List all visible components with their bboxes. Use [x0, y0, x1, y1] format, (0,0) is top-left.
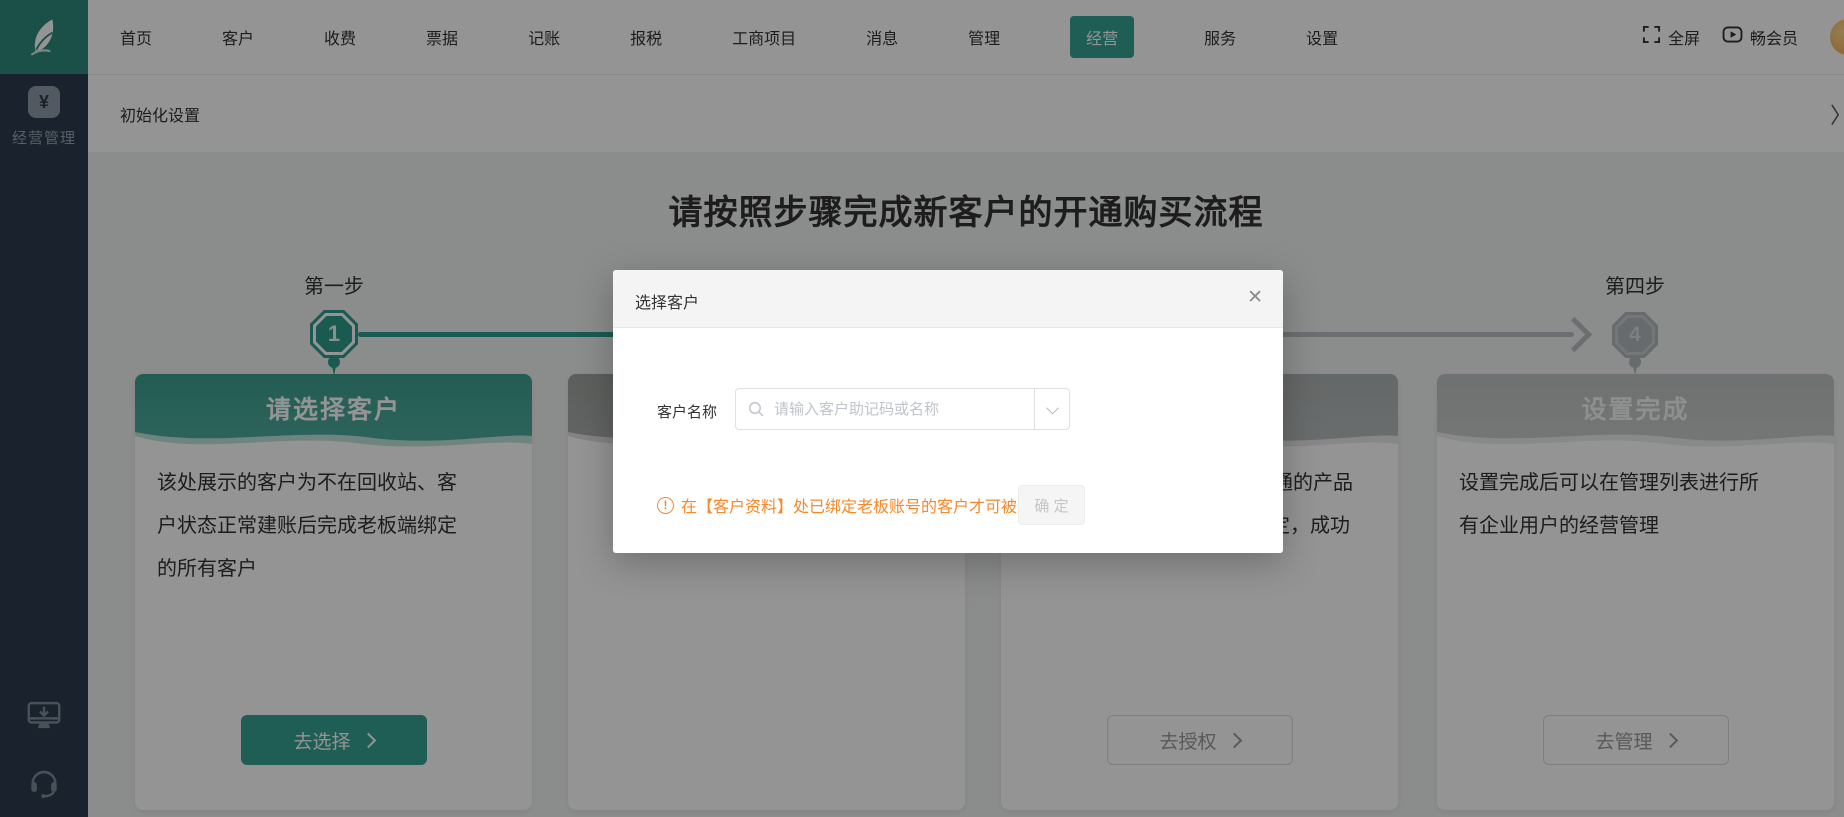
warning-row: ! 在【客户资料】处已绑定老板账号的客户才可被选择！ — [657, 485, 1065, 525]
app-window: ¥ 经营管理 首页 客户 收费 票据 记账 报税 工商项目 消息 管理 经营 服… — [0, 0, 1844, 817]
select-customer-dialog: 选择客户 ✕ 客户名称 ! 在【客户资料】处已绑定老板账号的客户才可被选择！ 确… — [613, 270, 1283, 553]
search-icon — [748, 401, 764, 417]
dialog-header: 选择客户 ✕ — [613, 270, 1283, 328]
customer-search-input[interactable] — [772, 399, 1034, 419]
exclamation-circle-icon: ! — [657, 496, 674, 514]
customer-name-label: 客户名称 — [657, 404, 718, 421]
chevron-down-icon — [1045, 401, 1059, 414]
dialog-title: 选择客户 — [635, 295, 700, 312]
customer-dropdown-button[interactable] — [1034, 389, 1069, 429]
close-icon[interactable]: ✕ — [1247, 286, 1263, 309]
customer-search-box — [735, 388, 1070, 430]
confirm-button[interactable]: 确 定 — [1018, 485, 1085, 525]
warning-text: 在【客户资料】处已绑定老板账号的客户才可被选择！ — [681, 499, 1066, 516]
